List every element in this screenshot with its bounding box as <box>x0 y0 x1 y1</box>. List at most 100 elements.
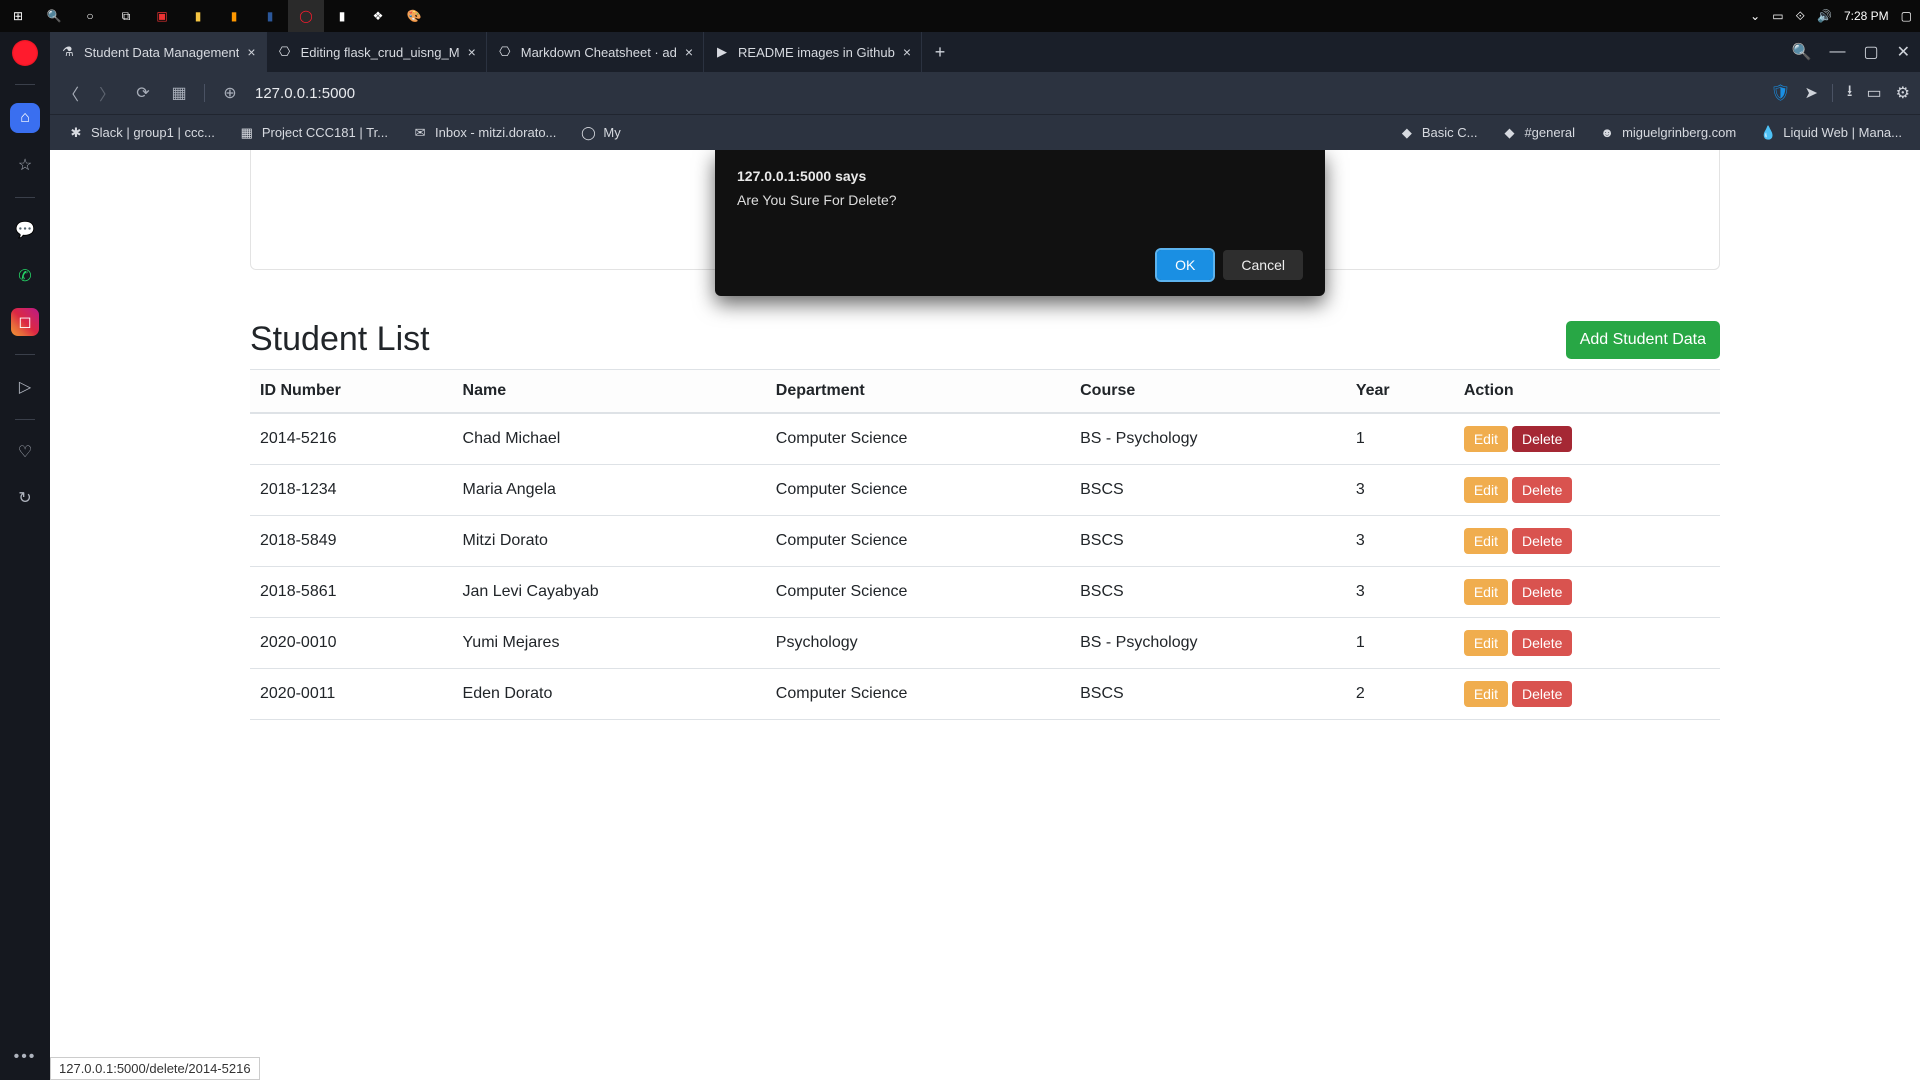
table-row: 2018-1234 Maria Angela Computer Science … <box>250 465 1720 516</box>
bookmark-item[interactable]: ▦ Project CCC181 | Tr... <box>231 121 396 145</box>
bookmark-item[interactable]: ✉Inbox - mitzi.dorato... <box>404 121 564 145</box>
cell-id: 2014-5216 <box>250 413 453 465</box>
opera-logo-icon[interactable] <box>12 40 38 66</box>
volume-icon[interactable]: 🔊 <box>1817 9 1832 23</box>
whatsapp-icon[interactable]: ✆ <box>11 262 39 290</box>
app-icon[interactable]: ▣ <box>144 0 180 32</box>
heart-icon[interactable]: ♡ <box>11 438 39 466</box>
close-tab-icon[interactable]: × <box>903 44 911 60</box>
cell-dept: Computer Science <box>766 516 1070 567</box>
cell-name: Jan Levi Cayabyab <box>453 567 766 618</box>
bookmark-item[interactable]: ◆#general <box>1493 121 1583 145</box>
notifications-icon[interactable]: ▢ <box>1901 9 1912 23</box>
terminal-icon[interactable]: ▮ <box>324 0 360 32</box>
battery-saver-icon[interactable]: ▭ <box>1867 83 1882 103</box>
play-icon[interactable]: ▷ <box>11 373 39 401</box>
history-icon[interactable]: ↻ <box>11 484 39 512</box>
explorer-icon[interactable]: ▮ <box>180 0 216 32</box>
edit-button[interactable]: Edit <box>1464 528 1508 554</box>
new-tab-button[interactable]: + <box>922 32 958 72</box>
forward-icon[interactable]: 〉 <box>96 82 118 104</box>
cell-id: 2018-1234 <box>250 465 453 516</box>
word-icon[interactable]: ▮ <box>252 0 288 32</box>
table-row: 2018-5861 Jan Levi Cayabyab Computer Sci… <box>250 567 1720 618</box>
bookmark-item[interactable]: ✱Slack | group1 | ccc... <box>60 121 223 145</box>
table-row: 2020-0011 Eden Dorato Computer Science B… <box>250 669 1720 720</box>
close-window-icon[interactable]: ✕ <box>1897 42 1910 62</box>
bookmark-label: Liquid Web | Mana... <box>1783 125 1902 140</box>
edit-button[interactable]: Edit <box>1464 681 1508 707</box>
tab-2[interactable]: ⎔ Markdown Cheatsheet · ad × <box>487 32 704 72</box>
chevron-up-icon[interactable]: ⌄ <box>1750 9 1760 23</box>
start-page-icon[interactable]: ▦ <box>168 82 190 104</box>
clock[interactable]: 7:28 PM <box>1844 9 1889 23</box>
delete-button[interactable]: Delete <box>1512 477 1572 503</box>
app-icon-2[interactable]: ❖ <box>360 0 396 32</box>
cell-course: BSCS <box>1070 669 1346 720</box>
column-header: Year <box>1346 370 1454 414</box>
url-field[interactable]: 127.0.0.1:5000 <box>255 85 355 102</box>
tab-0[interactable]: ⚗ Student Data Management × <box>50 32 267 72</box>
delete-button[interactable]: Delete <box>1512 528 1572 554</box>
instagram-icon[interactable]: ◻ <box>11 308 39 336</box>
paint-icon[interactable]: 🎨 <box>396 0 432 32</box>
close-tab-icon[interactable]: × <box>468 44 476 60</box>
battery-icon[interactable]: ▭ <box>1772 9 1783 23</box>
tab-search-icon[interactable]: 🔍 <box>1792 42 1812 62</box>
home-icon[interactable]: ⌂ <box>10 103 40 133</box>
reload-icon[interactable]: ⟳ <box>132 82 154 104</box>
delete-button[interactable]: Delete <box>1512 681 1572 707</box>
download-icon[interactable]: ⭳ <box>1847 80 1853 107</box>
cell-name: Eden Dorato <box>453 669 766 720</box>
back-icon[interactable]: 〈 <box>60 82 82 104</box>
delete-button[interactable]: Delete <box>1512 426 1572 452</box>
tab-1[interactable]: ⎔ Editing flask_crud_uisng_M × <box>267 32 487 72</box>
bookmark-item[interactable]: ◆ Basic C... <box>1391 121 1486 145</box>
delete-button[interactable]: Delete <box>1512 579 1572 605</box>
bookmark-item[interactable]: ◯My <box>572 121 628 145</box>
edit-button[interactable]: Edit <box>1464 579 1508 605</box>
start-button[interactable]: ⊞ <box>0 0 36 32</box>
bookmark-item[interactable]: ☻miguelgrinberg.com <box>1591 121 1744 145</box>
dialog-ok-button[interactable]: OK <box>1157 250 1213 280</box>
shield-icon[interactable]: 🛡 <box>1770 83 1790 103</box>
close-tab-icon[interactable]: × <box>685 44 693 60</box>
minimize-icon[interactable]: — <box>1829 43 1845 61</box>
dialog-cancel-button[interactable]: Cancel <box>1223 250 1303 280</box>
tab-title: Markdown Cheatsheet · ad <box>521 45 677 60</box>
search-icon[interactable]: 🔍 <box>36 0 72 32</box>
add-student-button[interactable]: Add Student Data <box>1566 321 1720 359</box>
bookmark-label: My <box>603 125 620 140</box>
edit-button[interactable]: Edit <box>1464 477 1508 503</box>
task-view-icon[interactable]: ⧉ <box>108 0 144 32</box>
delete-button[interactable]: Delete <box>1512 630 1572 656</box>
bookmark-label: Project CCC181 | Tr... <box>262 125 388 140</box>
cell-actions: EditDelete <box>1454 465 1720 516</box>
cell-actions: EditDelete <box>1454 516 1720 567</box>
slack-icon: ✱ <box>68 125 84 141</box>
site-info-icon[interactable]: ⊕ <box>219 82 241 104</box>
close-tab-icon[interactable]: × <box>247 44 255 60</box>
opera-taskbar-icon[interactable]: ◯ <box>288 0 324 32</box>
edit-button[interactable]: Edit <box>1464 426 1508 452</box>
cell-course: BSCS <box>1070 567 1346 618</box>
send-icon[interactable]: ➤ <box>1805 83 1818 103</box>
messenger-icon[interactable]: 💬 <box>11 216 39 244</box>
sublime-icon[interactable]: ▮ <box>216 0 252 32</box>
bookmark-label: Basic C... <box>1422 125 1478 140</box>
trello-icon: ▦ <box>239 125 255 141</box>
cortana-icon[interactable]: ○ <box>72 0 108 32</box>
easy-setup-icon[interactable]: ⚙ <box>1896 83 1910 103</box>
tab-strip: ⚗ Student Data Management ×⎔ Editing fla… <box>50 32 1920 72</box>
tab-3[interactable]: ▶ README images in Github × <box>704 32 922 72</box>
bookmark-item[interactable]: 💧Liquid Web | Mana... <box>1752 121 1910 145</box>
generic-icon: ◆ <box>1399 125 1415 141</box>
bookmark-star-icon[interactable]: ☆ <box>11 151 39 179</box>
edit-button[interactable]: Edit <box>1464 630 1508 656</box>
more-icon[interactable]: ••• <box>14 1048 37 1066</box>
cell-actions: EditDelete <box>1454 567 1720 618</box>
maximize-icon[interactable]: ▢ <box>1863 42 1878 62</box>
tab-title: Student Data Management <box>84 45 239 60</box>
page-viewport: Student List Add Student Data ID NumberN… <box>50 150 1920 1080</box>
wifi-icon[interactable]: ⟐ <box>1796 9 1805 24</box>
